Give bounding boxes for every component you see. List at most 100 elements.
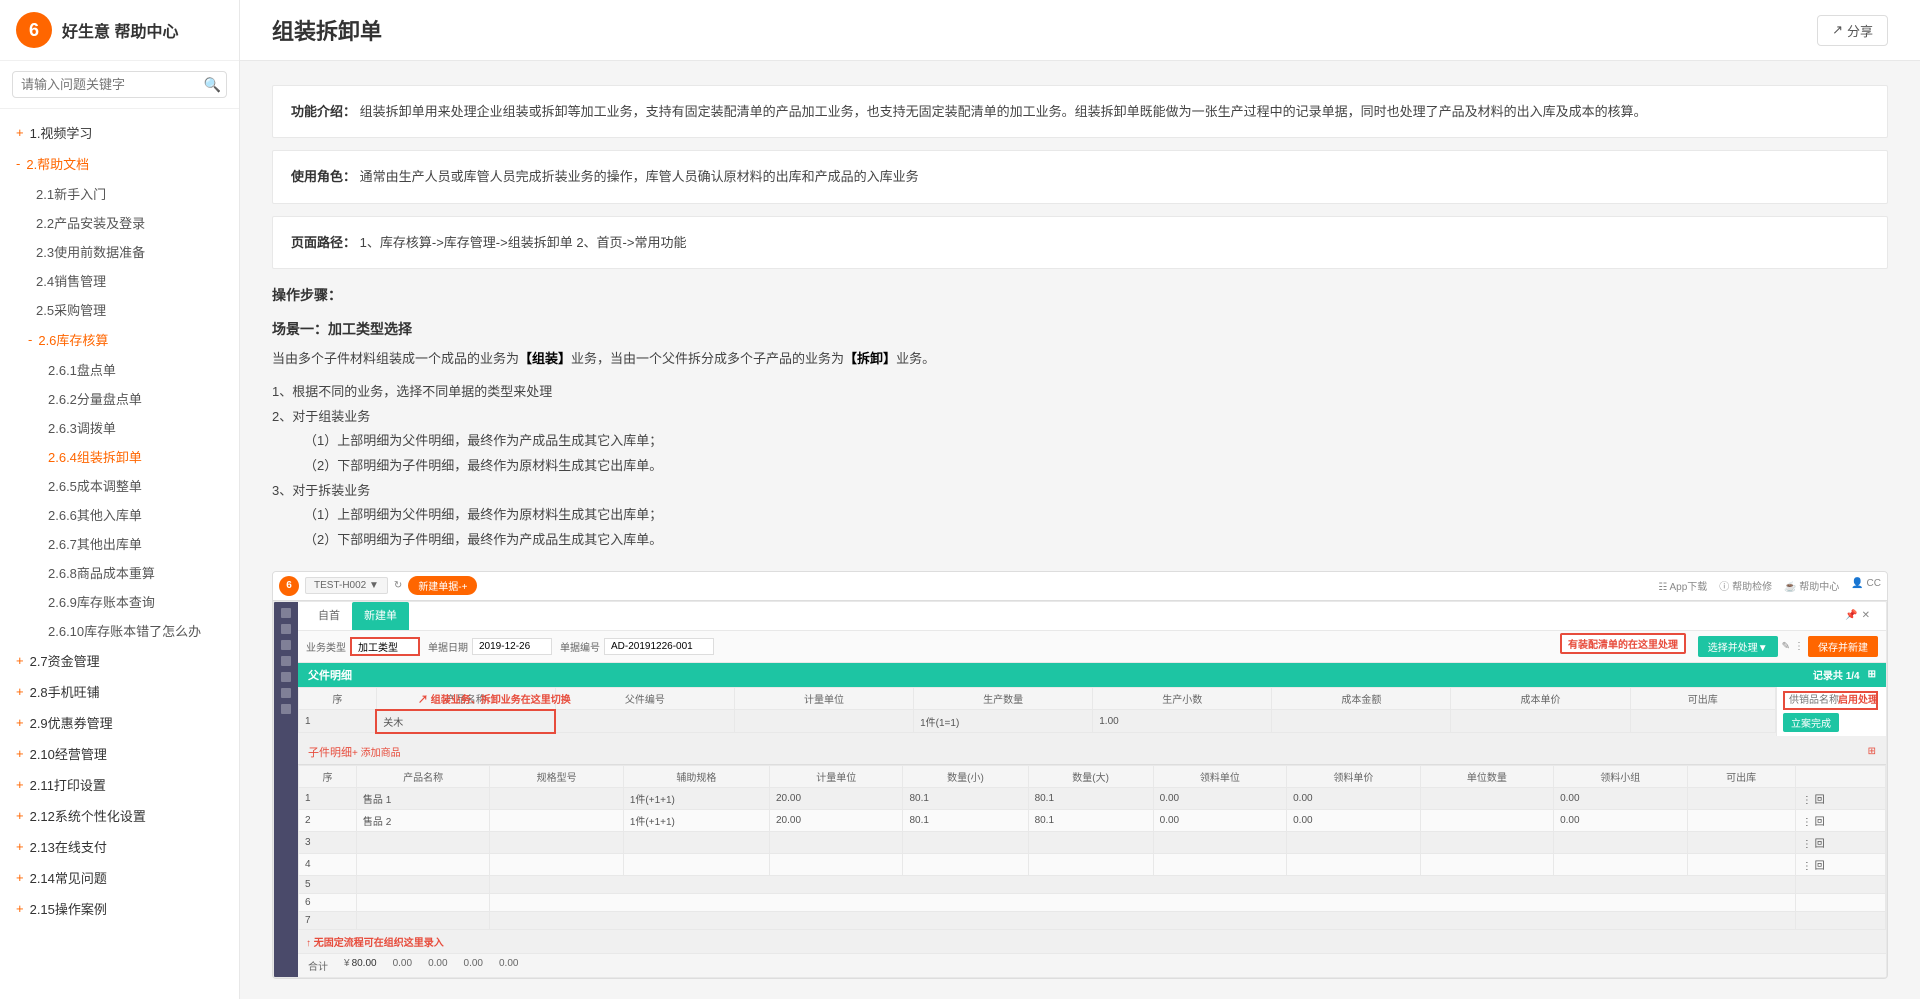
sidebar-item-211[interactable]: + 2.11打印设置 xyxy=(0,769,239,800)
mock-upper-row-1: 1 关木 1件(1=1) 1.00 xyxy=(299,710,1776,733)
sidebar-item-docs[interactable]: - 2.帮助文档 xyxy=(0,148,239,179)
mock-icon-7 xyxy=(281,704,291,714)
role-label: 使用角色： xyxy=(291,169,356,184)
mock-lower-td-pu-2: 0.00 xyxy=(1153,809,1286,831)
share-icon: ↗ xyxy=(1832,22,1843,38)
sidebar-item-video[interactable]: + 1.视频学习 xyxy=(0,117,239,148)
mock-lower-td-qtyl-2: 80.1 xyxy=(1028,809,1153,831)
sidebar-item-269[interactable]: 2.6.9库存账本查询 xyxy=(0,587,239,616)
sidebar-item-267[interactable]: 2.6.7其他出库单 xyxy=(0,529,239,558)
mock-type-label: 业务类型 xyxy=(306,639,346,654)
mock-upper-th-available: 可出库 xyxy=(1630,687,1775,710)
expand-214-icon: + xyxy=(16,870,24,885)
mock-lower-title: 子件明细 xyxy=(308,744,352,760)
search-input[interactable] xyxy=(12,71,227,98)
mock-number-input[interactable] xyxy=(604,638,714,655)
sidebar-item-21[interactable]: 2.1新手入门 xyxy=(0,179,239,208)
mock-left-icons xyxy=(274,602,298,977)
mock-tab-home[interactable]: 自首 xyxy=(306,602,352,630)
mock-lower-td-act-3: ⋮ 回 xyxy=(1795,831,1885,853)
mock-type-input[interactable] xyxy=(350,637,420,656)
sidebar-item-212[interactable]: + 2.12系统个性化设置 xyxy=(0,800,239,831)
sidebar-item-264[interactable]: 2.6.4组装拆卸单 xyxy=(0,442,239,471)
mock-lower-td-unit-2: 20.00 xyxy=(770,809,903,831)
path-text: 1、库存核算->库存管理->组装拆卸单 2、首页->常用功能 xyxy=(360,235,687,250)
mock-process-btn[interactable]: 选择并处理▼ xyxy=(1698,636,1778,657)
collapse-icon: - xyxy=(16,156,20,171)
mock-lower-th-group: 领料小组 xyxy=(1554,765,1687,787)
mock-user-icon: 👤 CC xyxy=(1851,578,1881,593)
mock-lower-td-pg-4 xyxy=(1554,853,1687,875)
mock-lower-table: 序 产品名称 规格型号 辅助规格 计量单位 数量(小) 数量(大) 领料单位 领 xyxy=(298,765,1886,930)
mock-date-input[interactable] xyxy=(472,638,552,655)
mock-lower-td-pu-1: 0.00 xyxy=(1153,787,1286,809)
mock-lower-td-seq-4: 4 xyxy=(299,853,357,875)
mock-icon-5 xyxy=(281,672,291,682)
mock-date-label: 单据日期 xyxy=(428,639,468,654)
share-button[interactable]: ↗ 分享 xyxy=(1817,15,1888,46)
sidebar-item-261[interactable]: 2.6.1盘点单 xyxy=(0,355,239,384)
sidebar-item-263[interactable]: 2.6.3调拨单 xyxy=(0,413,239,442)
mock-bottom-val-3: 0.00 xyxy=(428,958,447,973)
sidebar-item-210[interactable]: + 2.10经营管理 xyxy=(0,738,239,769)
expand-212-icon: + xyxy=(16,808,24,823)
sidebar-item-29[interactable]: + 2.9优惠券管理 xyxy=(0,707,239,738)
mock-lower-td-seq-3: 3 xyxy=(299,831,357,853)
mock-lower-td-name-1: 售品 1 xyxy=(356,787,489,809)
sidebar-item-24[interactable]: 2.4销售管理 xyxy=(0,266,239,295)
mock-tab-new[interactable]: 新建单 xyxy=(352,602,409,630)
mock-new-doc-btn[interactable]: 新建单据-+ xyxy=(408,576,477,595)
sidebar-item-23[interactable]: 2.3使用前数据准备 xyxy=(0,237,239,266)
mock-save-btn[interactable]: 保存并新建 xyxy=(1808,636,1878,657)
page-title: 组装拆卸单 xyxy=(272,14,382,46)
sidebar-item-214[interactable]: + 2.14常见问题 xyxy=(0,862,239,893)
mock-lower-td-av-3 xyxy=(1687,831,1795,853)
mock-lower-th-unit-qty: 单位数量 xyxy=(1420,765,1553,787)
mock-upper-td-decimal: 1.00 xyxy=(1093,710,1272,733)
sidebar-item-262[interactable]: 2.6.2分量盘点单 xyxy=(0,384,239,413)
mock-lower-header: 子件明细 + 添加商品 ⊞ xyxy=(298,740,1886,765)
mock-lower-th-pick-price: 领料单价 xyxy=(1287,765,1420,787)
mock-bottom-val-4: 0.00 xyxy=(464,958,483,973)
sidebar-header: 6 好生意 帮助中心 xyxy=(0,0,239,61)
step-3: 3、对于拆装业务 xyxy=(272,479,1888,504)
search-button[interactable]: 🔍 xyxy=(204,76,221,93)
sidebar-item-25[interactable]: 2.5采购管理 xyxy=(0,295,239,324)
sidebar-item-2610[interactable]: 2.6.10库存账本错了怎么办 xyxy=(0,616,239,645)
mock-lower-th-qty-l: 数量(大) xyxy=(1028,765,1153,787)
mock-number-field: 单据编号 xyxy=(560,638,714,655)
scene1-desc: 当由多个子件材料组装成一个成品的业务为【组装】业务，当由一个父件拆分成多个子产品… xyxy=(272,347,1888,372)
mock-icon-6 xyxy=(281,688,291,698)
mock-lower-section: 子件明细 + 添加商品 ⊞ 序 产品名称 规格型号 xyxy=(298,740,1886,930)
mock-lower-td-pg-3 xyxy=(1554,831,1687,853)
mock-lower-th-unit: 计量单位 xyxy=(770,765,903,787)
mock-lower-td-name-4 xyxy=(356,853,489,875)
step-2-sub2: （2）下部明细为子件明细，最终作为原材料生成其它出库单。 xyxy=(304,454,1888,479)
mock-lower-td-qtyl-4 xyxy=(1028,853,1153,875)
sidebar-item-265[interactable]: 2.6.5成本调整单 xyxy=(0,471,239,500)
sidebar-item-215[interactable]: + 2.15操作案例 xyxy=(0,893,239,924)
mock-lower-td-fill-6 xyxy=(490,893,1795,911)
mock-apps-icon: ☷ App下载 xyxy=(1658,578,1707,593)
sidebar-item-28[interactable]: + 2.8手机旺铺 xyxy=(0,676,239,707)
mock-lower-td-fill-5 xyxy=(490,875,1795,893)
mock-lower-th-avail: 可出库 xyxy=(1687,765,1795,787)
sidebar-item-27[interactable]: + 2.7资金管理 xyxy=(0,645,239,676)
sidebar-item-268[interactable]: 2.6.8商品成本重算 xyxy=(0,558,239,587)
mock-lower-td-qtys-3 xyxy=(903,831,1028,853)
mock-lower-td-name-7 xyxy=(356,911,489,929)
mock-lower-td-unit-4 xyxy=(770,853,903,875)
mock-lower-td-pp-3 xyxy=(1287,831,1420,853)
step-2-sub1: （1）上部明细为父件明细，最终作为产成品生成其它入库单； xyxy=(304,429,1888,454)
sidebar-item-26[interactable]: - 2.6库存核算 xyxy=(0,324,239,355)
mock-lower-td-uq-1 xyxy=(1420,787,1553,809)
mock-upper-td-unit xyxy=(734,710,913,733)
step-2: 2、对于组装业务 xyxy=(272,405,1888,430)
mock-confirm-btn[interactable]: 立案完成 xyxy=(1783,713,1839,732)
mock-bottom-label: 合计 xyxy=(308,958,328,973)
sidebar-item-266[interactable]: 2.6.6其他入库单 xyxy=(0,500,239,529)
sidebar-item-22[interactable]: 2.2产品安装及登录 xyxy=(0,208,239,237)
sidebar-item-213[interactable]: + 2.13在线支付 xyxy=(0,831,239,862)
mock-lower-row-1: 1 售品 1 1件(+1+1) 20.00 80.1 80.1 0.00 0. xyxy=(299,787,1886,809)
main-header: 组装拆卸单 ↗ 分享 xyxy=(240,0,1920,61)
